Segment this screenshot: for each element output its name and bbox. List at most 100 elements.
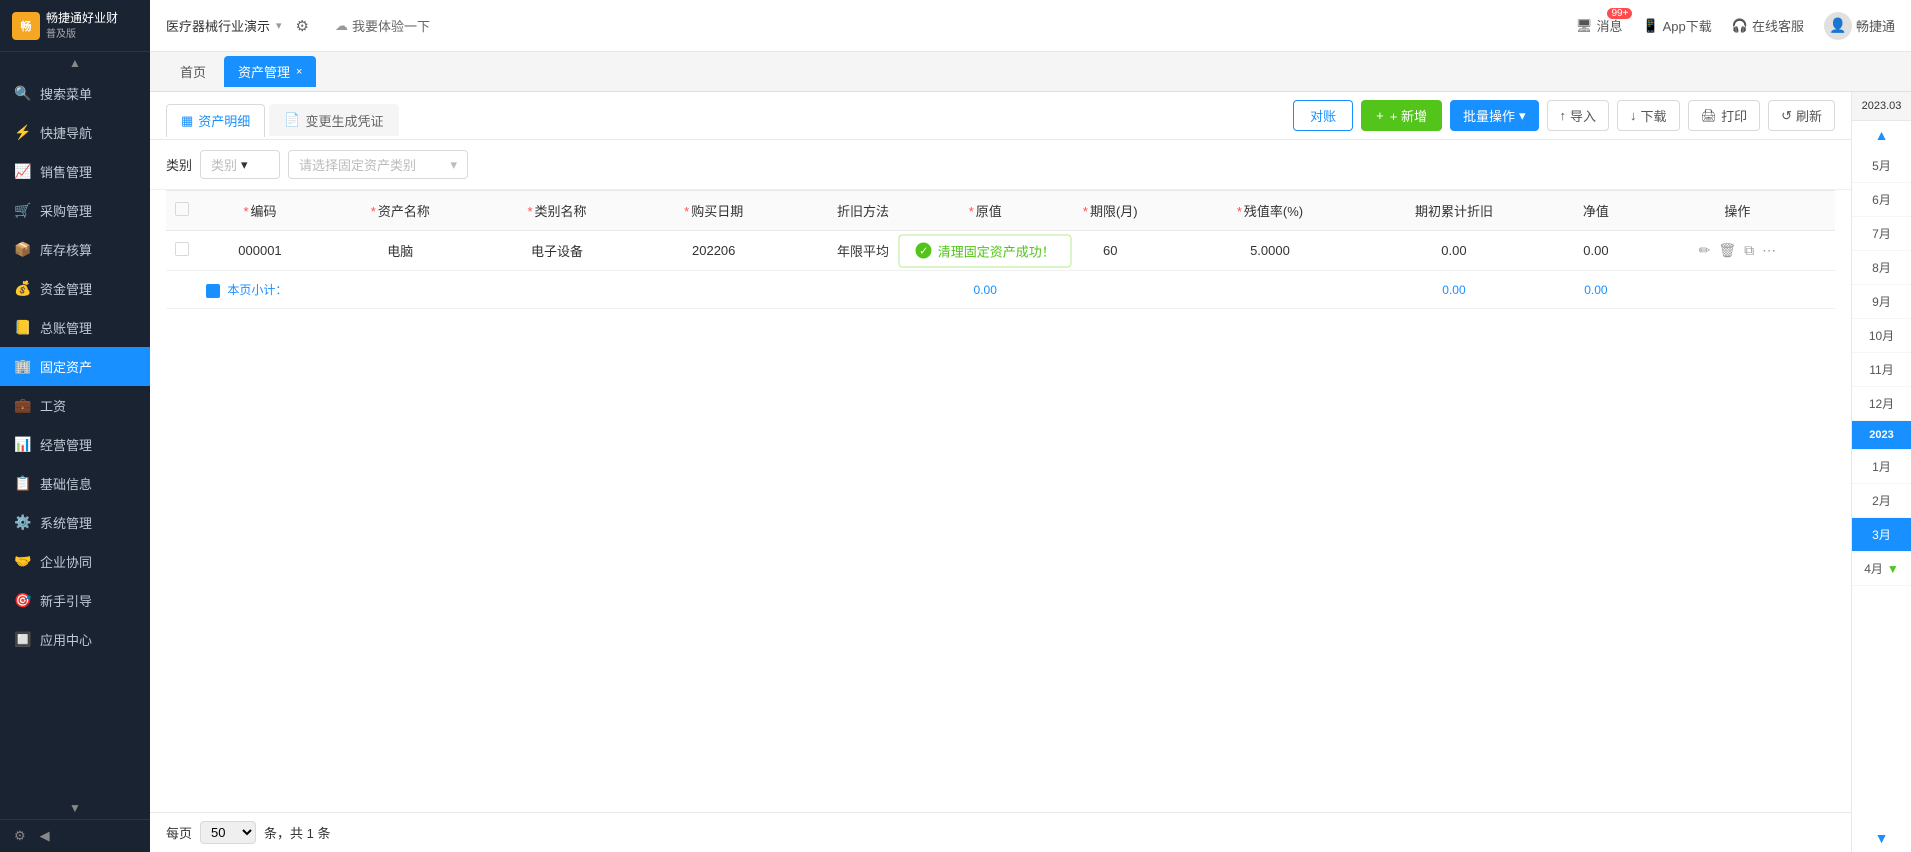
sidebar-item-inventory[interactable]: 📦 库存核算: [0, 230, 150, 269]
logo-edition: 普及版: [46, 25, 118, 40]
sidebar-item-label: 搜索菜单: [40, 84, 92, 103]
cal-month-7[interactable]: 7月: [1852, 217, 1911, 251]
cal-month-1[interactable]: 1月: [1852, 450, 1911, 484]
cal-month-5[interactable]: 5月: [1852, 149, 1911, 183]
message-icon: 🖥: [1576, 18, 1593, 34]
delete-icon[interactable]: 🗑: [1718, 242, 1736, 259]
collapse-icon[interactable]: ◀: [40, 828, 50, 844]
cal-month-6[interactable]: 6月: [1852, 183, 1911, 217]
sidebar-item-purchase[interactable]: 🛒 采购管理: [0, 191, 150, 230]
sidebar-item-payroll[interactable]: 💼 工资: [0, 386, 150, 425]
sidebar-item-fund[interactable]: 💰 资金管理: [0, 269, 150, 308]
subtotal-icon: [206, 284, 220, 298]
sidebar-item-ledger[interactable]: 📒 总账管理: [0, 308, 150, 347]
sidebar-logo: 畅 畅捷通好业财 普及版: [0, 0, 150, 52]
batch-button[interactable]: 批量操作 ▾: [1450, 100, 1539, 131]
topbar-user[interactable]: 👤 畅捷通: [1824, 12, 1895, 40]
import-button[interactable]: ↑ 导入: [1547, 100, 1610, 131]
sidebar-scroll-down[interactable]: ▼: [0, 797, 150, 819]
app-download-icon: 📱: [1642, 18, 1658, 34]
print-button[interactable]: 🖨 打印: [1688, 100, 1761, 131]
import-icon: ↑: [1560, 108, 1567, 123]
ops-icon: 📊: [14, 436, 32, 453]
settings-icon[interactable]: ⚙: [14, 828, 26, 844]
cal-month-11[interactable]: 11月: [1852, 353, 1911, 387]
sidebar-item-app-center[interactable]: 🔲 应用中心: [0, 620, 150, 659]
th-residual-rate: *残值率(%): [1184, 191, 1356, 231]
calendar-panel: 2023.03 ▲ 5月 6月 7月 8月 9月 10月 11月 12月 202…: [1851, 92, 1911, 852]
topbar-gear-icon[interactable]: ⚙: [296, 17, 309, 35]
cal-month-12[interactable]: 12月: [1852, 387, 1911, 421]
sidebar-item-basic-info[interactable]: 📋 基础信息: [0, 464, 150, 503]
sidebar-nav: 🔍 搜索菜单 ⚡ 快捷导航 📈 销售管理 🛒 采购管理 📦 库存核算 💰 资金管…: [0, 74, 150, 797]
download-button[interactable]: ↓ 下载: [1617, 100, 1680, 131]
tab-close-icon[interactable]: ×: [296, 66, 302, 78]
print-icon: 🖨: [1701, 108, 1718, 124]
tab-home[interactable]: 首页: [166, 56, 220, 87]
copy-icon[interactable]: ⧉: [1744, 242, 1754, 259]
th-depreciation-method: 折旧方法: [792, 191, 934, 231]
td-accumulated-depreciation: 0.00: [1356, 231, 1552, 271]
subtab-asset-detail[interactable]: ▦ 资产明细: [166, 104, 265, 137]
sidebar-item-label: 固定资产: [40, 357, 92, 376]
cal-month-2[interactable]: 2月: [1852, 484, 1911, 518]
more-icon[interactable]: ⋯: [1762, 242, 1776, 259]
th-net-value: 净值: [1552, 191, 1640, 231]
filter-category-select[interactable]: 类别 ▾: [200, 150, 280, 179]
basic-info-icon: 📋: [14, 475, 32, 492]
subtab-bar: ▦ 资产明细 📄 变更生成凭证 对账 + + 新增 批量操作: [150, 92, 1851, 140]
cal-month-9[interactable]: 9月: [1852, 285, 1911, 319]
asset-detail-icon: ▦: [181, 113, 193, 129]
sidebar-item-search[interactable]: 🔍 搜索菜单: [0, 74, 150, 113]
subtotal-accumulated: 0.00: [1356, 271, 1552, 309]
calendar-scroll-up[interactable]: ▲: [1852, 121, 1911, 149]
new-button[interactable]: + + 新增: [1361, 100, 1442, 131]
sales-icon: 📈: [14, 163, 32, 180]
subtotal-row: 本页小计： 0.00 0.00 0.00: [166, 271, 1835, 309]
sidebar-item-sys[interactable]: ⚙️ 系统管理: [0, 503, 150, 542]
sidebar-item-guide[interactable]: 🎯 新手引导: [0, 581, 150, 620]
tab-asset-management[interactable]: 资产管理 ×: [224, 56, 316, 87]
cal-month-3-active[interactable]: 3月: [1852, 518, 1911, 552]
cal-month-8[interactable]: 8月: [1852, 251, 1911, 285]
td-category: 电子设备: [479, 231, 636, 271]
sidebar-item-corp[interactable]: 🤝 企业协同: [0, 542, 150, 581]
topbar-app-download[interactable]: 📱 App下载: [1642, 16, 1711, 35]
row-checkbox[interactable]: [175, 242, 189, 256]
cal-year-2023[interactable]: 2023: [1852, 421, 1911, 450]
cal-month-10[interactable]: 10月: [1852, 319, 1911, 353]
sidebar-item-label: 新手引导: [40, 591, 92, 610]
topbar-experience[interactable]: ☁ 我要体验一下: [335, 16, 430, 35]
filter-bar: 类别 类别 ▾ 请选择固定资产类别 ▾: [150, 140, 1851, 190]
change-voucher-icon: 📄: [284, 112, 300, 128]
sidebar-item-quick-nav[interactable]: ⚡ 快捷导航: [0, 113, 150, 152]
th-purchase-date: *购买日期: [635, 191, 792, 231]
per-page-select[interactable]: 50 10 20 100: [200, 821, 256, 844]
reconcile-button[interactable]: 对账: [1293, 100, 1353, 131]
subtab-change-voucher[interactable]: 📄 变更生成凭证: [269, 104, 398, 136]
sidebar-item-sales[interactable]: 📈 销售管理: [0, 152, 150, 191]
edit-icon[interactable]: ✏: [1699, 242, 1711, 259]
td-name: 电脑: [322, 231, 479, 271]
cloud-icon: ☁: [335, 18, 348, 34]
calendar-header: 2023.03: [1852, 92, 1911, 121]
th-period: *期限(月): [1036, 191, 1184, 231]
sidebar-item-fixed-asset[interactable]: 🏢 固定资产: [0, 347, 150, 386]
th-actions: 操作: [1640, 191, 1835, 231]
cal-month-4[interactable]: 4月 ▼: [1852, 552, 1911, 586]
subtotal-net-value: 0.00: [1552, 271, 1640, 309]
sidebar-item-label: 基础信息: [40, 474, 92, 493]
header-checkbox[interactable]: [175, 202, 189, 216]
sidebar: 畅 畅捷通好业财 普及版 ▲ 🔍 搜索菜单 ⚡ 快捷导航 📈 销售管理 🛒 采购…: [0, 0, 150, 852]
sidebar-item-label: 资金管理: [40, 279, 92, 298]
logo-icon: 畅: [12, 12, 40, 40]
sidebar-item-label: 系统管理: [40, 513, 92, 532]
sidebar-scroll-up[interactable]: ▲: [0, 52, 150, 74]
calendar-scroll-down[interactable]: ▼: [1852, 824, 1911, 852]
topbar-company-chevron[interactable]: ▾: [276, 19, 282, 32]
refresh-button[interactable]: ↺ 刷新: [1768, 100, 1835, 131]
topbar-message[interactable]: 🖥 消息 99+: [1576, 16, 1623, 35]
sidebar-item-ops[interactable]: 📊 经营管理: [0, 425, 150, 464]
topbar-online-service[interactable]: 🎧 在线客服: [1732, 16, 1804, 35]
filter-category-dropdown[interactable]: 请选择固定资产类别 ▾: [288, 150, 468, 179]
